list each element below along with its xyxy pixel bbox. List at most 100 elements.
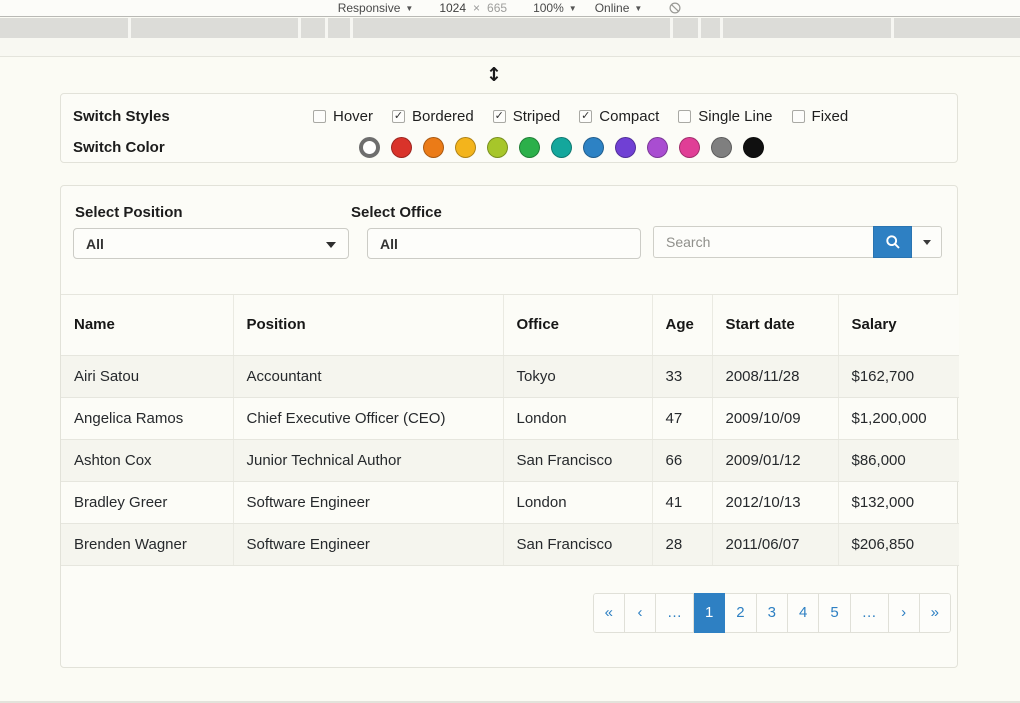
table-cell: Tokyo — [503, 355, 652, 397]
select-office-label: Select Office — [351, 204, 641, 221]
color-swatch-pink[interactable] — [679, 137, 700, 158]
checkbox-unchecked-icon[interactable] — [313, 110, 326, 123]
table-cell: Chief Executive Officer (CEO) — [233, 397, 503, 439]
column-header-start-date[interactable]: Start date — [712, 295, 838, 355]
office-select-value: All — [380, 236, 398, 252]
switch-styles-label: Switch Styles — [73, 108, 311, 125]
color-swatch-orange[interactable] — [423, 137, 444, 158]
zoom-level-label: 100% — [533, 1, 564, 15]
toolbar-divider — [325, 18, 328, 38]
toolbar-divider — [891, 18, 894, 38]
toolbar-divider — [698, 18, 701, 38]
table-cell: 33 — [652, 355, 712, 397]
table-cell: Ashton Cox — [61, 439, 233, 481]
viewport-width-input[interactable]: 1024 — [439, 1, 466, 15]
color-swatch-blue[interactable] — [583, 137, 604, 158]
style-toggle-bordered[interactable]: ✓ Bordered — [392, 108, 474, 125]
search-options-button[interactable] — [912, 226, 942, 258]
color-swatch-gray[interactable] — [711, 137, 732, 158]
chevron-down-icon: ▼ — [569, 4, 577, 13]
checkbox-label: Hover — [333, 108, 373, 125]
zoom-dropdown[interactable]: 100% ▼ — [533, 1, 577, 15]
table-cell: $206,850 — [838, 523, 959, 565]
device-mode-dropdown[interactable]: Responsive ▼ — [338, 1, 414, 15]
table-cell: London — [503, 481, 652, 523]
pagination-page-5[interactable]: 5 — [819, 593, 850, 633]
pagination-page-3[interactable]: 3 — [757, 593, 788, 633]
column-header-salary[interactable]: Salary — [838, 295, 959, 355]
checkbox-checked-icon[interactable]: ✓ — [493, 110, 506, 123]
column-header-position[interactable]: Position — [233, 295, 503, 355]
table-row[interactable]: Angelica RamosChief Executive Officer (C… — [61, 397, 959, 439]
chevron-down-icon — [326, 242, 336, 248]
table-cell: 2012/10/13 — [712, 481, 838, 523]
dimension-times-icon: × — [473, 1, 480, 15]
toolbar-divider — [128, 18, 131, 38]
search-input[interactable] — [653, 226, 873, 258]
table-header-row: NamePositionOfficeAgeStart dateSalary — [61, 295, 959, 355]
table-row[interactable]: Bradley GreerSoftware EngineerLondon4120… — [61, 481, 959, 523]
column-header-office[interactable]: Office — [503, 295, 652, 355]
color-swatch-default-outline[interactable] — [359, 137, 380, 158]
table-cell: Angelica Ramos — [61, 397, 233, 439]
color-swatch-violet[interactable] — [615, 137, 636, 158]
table-cell: Bradley Greer — [61, 481, 233, 523]
style-checkbox-group: Hover ✓ Bordered ✓ Striped ✓Compact Single Lin… — [313, 108, 848, 125]
color-swatch-green[interactable] — [519, 137, 540, 158]
color-swatch-purple[interactable] — [647, 137, 668, 158]
employees-table: NamePositionOfficeAgeStart dateSalary Ai… — [61, 295, 959, 566]
pagination-page-4[interactable]: 4 — [788, 593, 819, 633]
pagination-ellipsis-right[interactable]: … — [851, 593, 889, 633]
search-button[interactable] — [873, 226, 912, 258]
pagination-first[interactable]: « — [593, 593, 625, 633]
search-icon — [885, 234, 901, 250]
office-select[interactable]: All — [367, 228, 641, 259]
filter-section: Select Position All Select Office All — [61, 186, 957, 295]
table-cell: Airi Satou — [61, 355, 233, 397]
table-row[interactable]: Brenden WagnerSoftware EngineerSan Franc… — [61, 523, 959, 565]
table-cell: Software Engineer — [233, 523, 503, 565]
table-row[interactable]: Ashton CoxJunior Technical AuthorSan Fra… — [61, 439, 959, 481]
table-cell: San Francisco — [503, 439, 652, 481]
color-swatch-teal[interactable] — [551, 137, 572, 158]
checkbox-label: Bordered — [412, 108, 474, 125]
pagination-last[interactable]: » — [920, 593, 951, 633]
pagination-next[interactable]: › — [889, 593, 920, 633]
table-cell: $86,000 — [838, 439, 959, 481]
column-header-name[interactable]: Name — [61, 295, 233, 355]
network-throttle-dropdown[interactable]: Online ▼ — [595, 1, 643, 15]
table-row[interactable]: Airi SatouAccountantTokyo332008/11/28$16… — [61, 355, 959, 397]
chevron-down-icon — [923, 240, 931, 245]
style-toggle-striped[interactable]: ✓ Striped — [493, 108, 561, 125]
color-swatch-amber[interactable] — [455, 137, 476, 158]
checkbox-unchecked-icon[interactable] — [792, 110, 805, 123]
pagination-page-1[interactable]: 1 — [694, 593, 725, 633]
checkbox-unchecked-icon[interactable] — [678, 110, 691, 123]
toolbar-divider — [720, 18, 723, 38]
color-swatch-yellow-green[interactable] — [487, 137, 508, 158]
style-toggle-compact[interactable]: ✓Compact — [579, 108, 659, 125]
page-content: ↕ Switch Styles Hover✓Bordered✓Striped✓C… — [0, 57, 1020, 703]
style-toggle-hover[interactable]: Hover — [313, 108, 373, 125]
checkbox-checked-icon[interactable]: ✓ — [392, 110, 405, 123]
no-throttling-icon[interactable] — [668, 1, 682, 15]
chevron-down-icon: ▼ — [405, 4, 413, 13]
table-cell: 2011/06/07 — [712, 523, 838, 565]
select-position-label: Select Position — [75, 204, 349, 221]
pagination-prev[interactable]: ‹ — [625, 593, 656, 633]
checkbox-checked-icon[interactable]: ✓ — [579, 110, 592, 123]
table-cell: $1,200,000 — [838, 397, 959, 439]
style-toggle-fixed[interactable]: Fixed — [792, 108, 849, 125]
pagination-page-2[interactable]: 2 — [725, 593, 756, 633]
checkbox-label: Striped — [513, 108, 561, 125]
table-cell: 2008/11/28 — [712, 355, 838, 397]
color-swatch-black[interactable] — [743, 137, 764, 158]
position-select[interactable]: All — [73, 228, 349, 259]
table-panel: Select Position All Select Office All — [60, 185, 958, 668]
table-cell: Accountant — [233, 355, 503, 397]
viewport-height-input[interactable]: 665 — [487, 1, 507, 15]
style-toggle-single-line[interactable]: Single Line — [678, 108, 772, 125]
pagination-ellipsis-left[interactable]: … — [656, 593, 694, 633]
color-swatch-red[interactable] — [391, 137, 412, 158]
column-header-age[interactable]: Age — [652, 295, 712, 355]
